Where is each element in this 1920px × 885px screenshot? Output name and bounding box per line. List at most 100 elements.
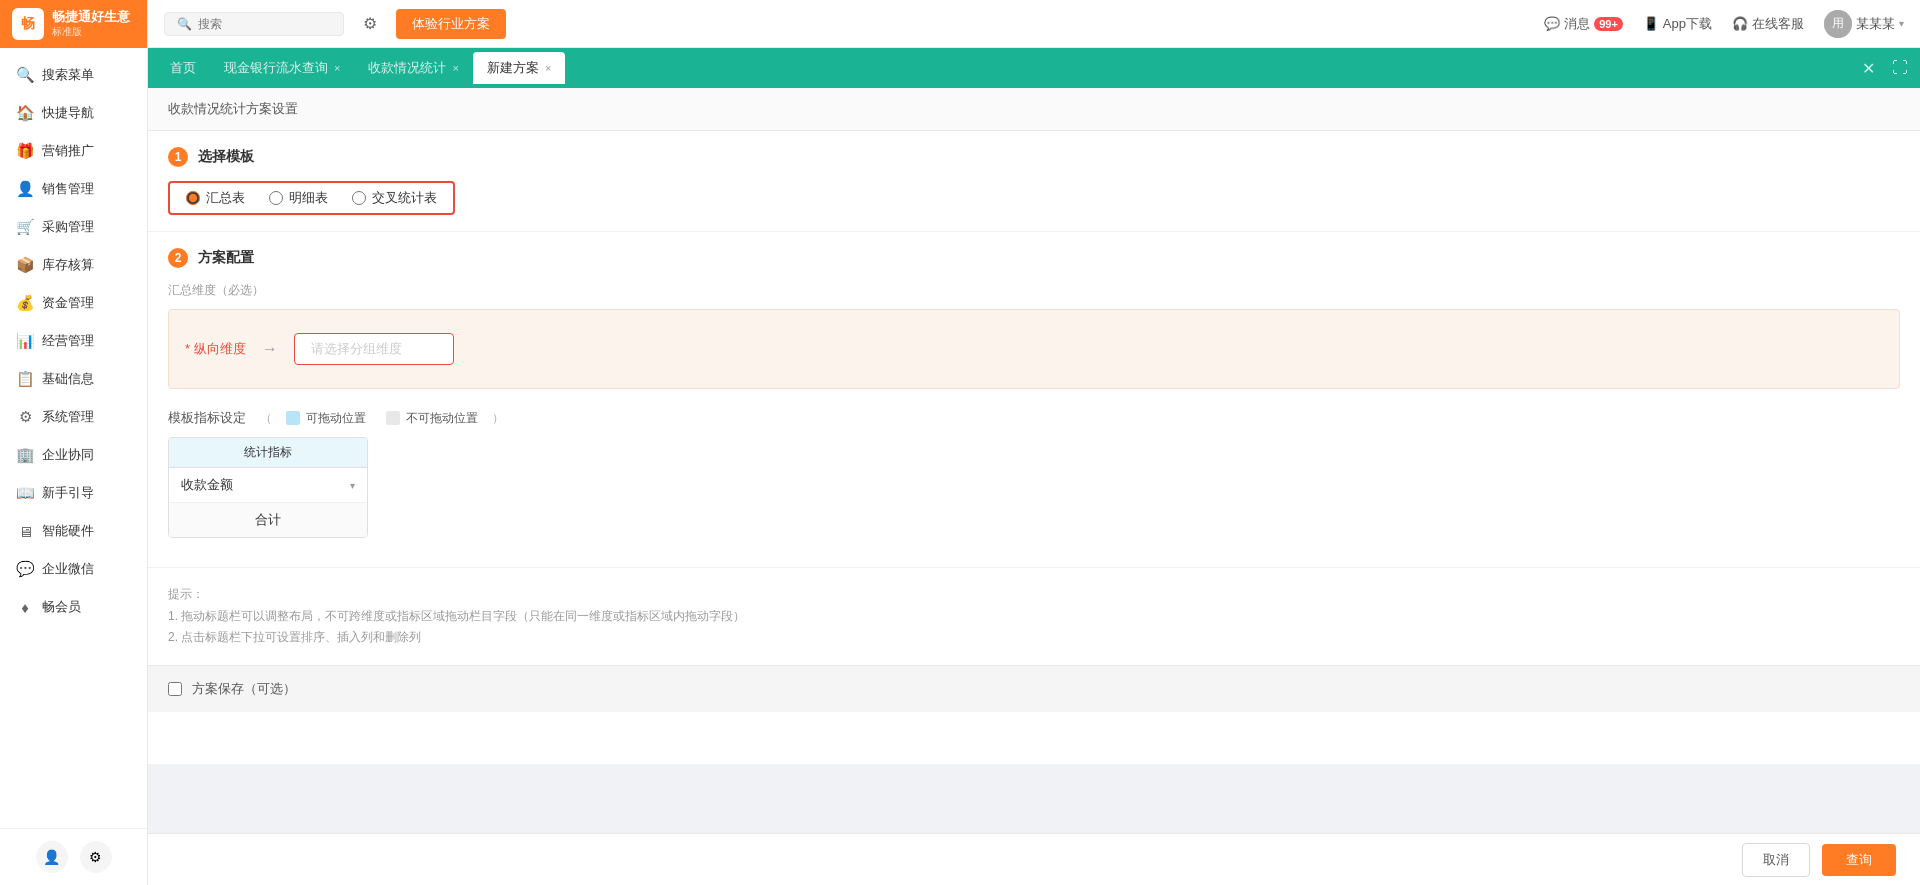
app-download-action[interactable]: 📱 App下载 bbox=[1643, 15, 1712, 33]
dimension-row: * 纵向维度 → 请选择分组维度 bbox=[185, 333, 454, 365]
main-content: 🔍 ⚙ 体验行业方案 💬 消息 99+ 📱 App下载 🎧 在线客服 用 bbox=[148, 0, 1920, 885]
sidebar-logo: 畅 畅捷通好生意 标准版 bbox=[0, 0, 147, 48]
sidebar-item-sales[interactable]: 👤 销售管理 bbox=[0, 170, 147, 208]
tab-home[interactable]: 首页 bbox=[156, 52, 210, 84]
save-section: 方案保存（可选） bbox=[148, 665, 1920, 712]
dimension-select[interactable]: 请选择分组维度 bbox=[294, 333, 454, 365]
dimension-area: * 纵向维度 → 请选择分组维度 bbox=[168, 309, 1900, 389]
tab-close-bank-flow[interactable]: × bbox=[334, 62, 340, 74]
hardware-icon: 🖥 bbox=[16, 522, 34, 540]
page-header: 收款情况统计方案设置 bbox=[148, 88, 1920, 131]
system-icon: ⚙ bbox=[16, 408, 34, 426]
chevron-down-icon: ▾ bbox=[350, 480, 355, 491]
radio-cross[interactable]: 交叉统计表 bbox=[352, 189, 437, 207]
dimension-row-label: * 纵向维度 bbox=[185, 340, 246, 358]
logo-name: 畅捷通好生意 bbox=[52, 9, 130, 25]
enterprise-icon: 🏢 bbox=[16, 446, 34, 464]
legend-movable: 可拖动位置 bbox=[286, 410, 366, 427]
page-header-title: 收款情况统计方案设置 bbox=[168, 101, 298, 116]
sidebar-item-purchase[interactable]: 🛒 采购管理 bbox=[0, 208, 147, 246]
avatar: 用 bbox=[1824, 10, 1852, 38]
metrics-section: 模板指标设定 （ 可拖动位置 不可拖动位置 ） 统计指标 bbox=[168, 409, 1900, 541]
sidebar-item-operations[interactable]: 📊 经营管理 bbox=[0, 322, 147, 360]
metrics-table: 统计指标 收款金额 ▾ 合计 bbox=[168, 437, 368, 538]
radio-summary[interactable]: 汇总表 bbox=[186, 189, 245, 207]
sidebar-user-btn[interactable]: 👤 bbox=[36, 841, 68, 873]
tips-line1: 1. 拖动标题栏可以调整布局，不可跨维度或指标区域拖动栏目字段（只能在同一维度或… bbox=[168, 606, 1900, 628]
topbar-actions: 💬 消息 99+ 📱 App下载 🎧 在线客服 用 某某某 ▾ bbox=[1544, 10, 1904, 38]
tab-close-new-plan[interactable]: × bbox=[545, 62, 551, 74]
sidebar-item-enterprise[interactable]: 🏢 企业协同 bbox=[0, 436, 147, 474]
tab-bank-flow[interactable]: 现金银行流水查询 × bbox=[210, 52, 354, 84]
message-action[interactable]: 💬 消息 99+ bbox=[1544, 15, 1623, 33]
app-download-icon: 📱 bbox=[1643, 16, 1659, 31]
metrics-label: 模板指标设定 bbox=[168, 409, 246, 427]
metrics-subtotal: 合计 bbox=[169, 502, 367, 537]
fixed-dot bbox=[386, 411, 400, 425]
tips-line2: 2. 点击标题栏下拉可设置排序、插入列和删除列 bbox=[168, 627, 1900, 649]
query-button[interactable]: 查询 bbox=[1822, 844, 1896, 876]
member-icon: ♦ bbox=[16, 598, 34, 616]
save-checkbox[interactable] bbox=[168, 682, 182, 696]
user-avatar[interactable]: 用 某某某 ▾ bbox=[1824, 10, 1904, 38]
tab-new-plan[interactable]: 新建方案 × bbox=[473, 52, 565, 84]
trial-button[interactable]: 体验行业方案 bbox=[396, 9, 506, 39]
section2-num: 2 bbox=[168, 248, 188, 268]
metrics-cell-amount[interactable]: 收款金额 ▾ bbox=[169, 468, 367, 502]
finance-icon: 💰 bbox=[16, 294, 34, 312]
sidebar-nav: 🔍 搜索菜单 🏠 快捷导航 🎁 营销推广 👤 销售管理 🛒 采购管理 📦 库存核… bbox=[0, 48, 147, 828]
dimension-arrow: → bbox=[262, 340, 278, 358]
sidebar-settings-btn[interactable]: ⚙ bbox=[80, 841, 112, 873]
radio-cross-input[interactable] bbox=[352, 191, 366, 205]
sidebar-item-member[interactable]: ♦ 畅会员 bbox=[0, 588, 147, 626]
metrics-table-header: 统计指标 bbox=[169, 438, 367, 468]
radio-detail-input[interactable] bbox=[269, 191, 283, 205]
tabbar: 首页 现金银行流水查询 × 收款情况统计 × 新建方案 × ✕ ⛶ bbox=[148, 48, 1920, 88]
page-container: 收款情况统计方案设置 1 选择模板 汇总表 明细表 bbox=[148, 88, 1920, 764]
tabbar-actions: ✕ ⛶ bbox=[1856, 56, 1912, 80]
section-config: 2 方案配置 汇总维度（必选） * 纵向维度 → 请选择分组维度 bbox=[148, 232, 1920, 568]
maximize-button[interactable]: ⛶ bbox=[1888, 56, 1912, 80]
sidebar: 畅 畅捷通好生意 标准版 🔍 搜索菜单 🏠 快捷导航 🎁 营销推广 👤 销售管理… bbox=[0, 0, 148, 885]
sidebar-item-guide[interactable]: 📖 新手引导 bbox=[0, 474, 147, 512]
wechat-icon: 💬 bbox=[16, 560, 34, 578]
section2-title: 方案配置 bbox=[198, 249, 254, 267]
section1-num: 1 bbox=[168, 147, 188, 167]
sidebar-item-quick-nav[interactable]: 🏠 快捷导航 bbox=[0, 94, 147, 132]
tips-title: 提示： bbox=[168, 587, 204, 601]
tips-section: 提示： 1. 拖动标题栏可以调整布局，不可跨维度或指标区域拖动栏目字段（只能在同… bbox=[148, 568, 1920, 665]
sidebar-item-wechat[interactable]: 💬 企业微信 bbox=[0, 550, 147, 588]
sidebar-item-search[interactable]: 🔍 搜索菜单 bbox=[0, 56, 147, 94]
message-badge: 99+ bbox=[1594, 17, 1623, 31]
tab-close-collection-stats[interactable]: × bbox=[452, 62, 458, 74]
online-service-action[interactable]: 🎧 在线客服 bbox=[1732, 15, 1804, 33]
search-box: 🔍 bbox=[164, 12, 344, 36]
sidebar-item-marketing[interactable]: 🎁 营销推广 bbox=[0, 132, 147, 170]
tab-collection-stats[interactable]: 收款情况统计 × bbox=[354, 52, 472, 84]
save-label: 方案保存（可选） bbox=[192, 680, 296, 698]
section2-header: 2 方案配置 bbox=[168, 248, 1900, 268]
topbar: 🔍 ⚙ 体验行业方案 💬 消息 99+ 📱 App下载 🎧 在线客服 用 bbox=[148, 0, 1920, 48]
sidebar-footer: 👤 ⚙ bbox=[0, 828, 147, 885]
sidebar-item-system[interactable]: ⚙ 系统管理 bbox=[0, 398, 147, 436]
radio-summary-input[interactable] bbox=[186, 191, 200, 205]
operations-icon: 📊 bbox=[16, 332, 34, 350]
close-window-button[interactable]: ✕ bbox=[1856, 56, 1880, 80]
sidebar-item-inventory[interactable]: 📦 库存核算 bbox=[0, 246, 147, 284]
action-bar: 取消 查询 bbox=[148, 833, 1920, 885]
section1-title: 选择模板 bbox=[198, 148, 254, 166]
search-input[interactable] bbox=[198, 17, 338, 31]
search-icon: 🔍 bbox=[16, 66, 34, 84]
radio-detail[interactable]: 明细表 bbox=[269, 189, 328, 207]
chevron-down-icon: ▾ bbox=[1899, 18, 1904, 29]
cancel-button[interactable]: 取消 bbox=[1742, 843, 1810, 877]
logo-icon: 畅 bbox=[12, 8, 44, 40]
sidebar-item-hardware[interactable]: 🖥 智能硬件 bbox=[0, 512, 147, 550]
logo-badge: 标准版 bbox=[52, 25, 130, 39]
gear-button[interactable]: ⚙ bbox=[356, 10, 384, 38]
sidebar-item-finance[interactable]: 💰 资金管理 bbox=[0, 284, 147, 322]
section-template: 1 选择模板 汇总表 明细表 交叉统计表 bbox=[148, 131, 1920, 232]
movable-dot bbox=[286, 411, 300, 425]
sales-icon: 👤 bbox=[16, 180, 34, 198]
sidebar-item-basic[interactable]: 📋 基础信息 bbox=[0, 360, 147, 398]
